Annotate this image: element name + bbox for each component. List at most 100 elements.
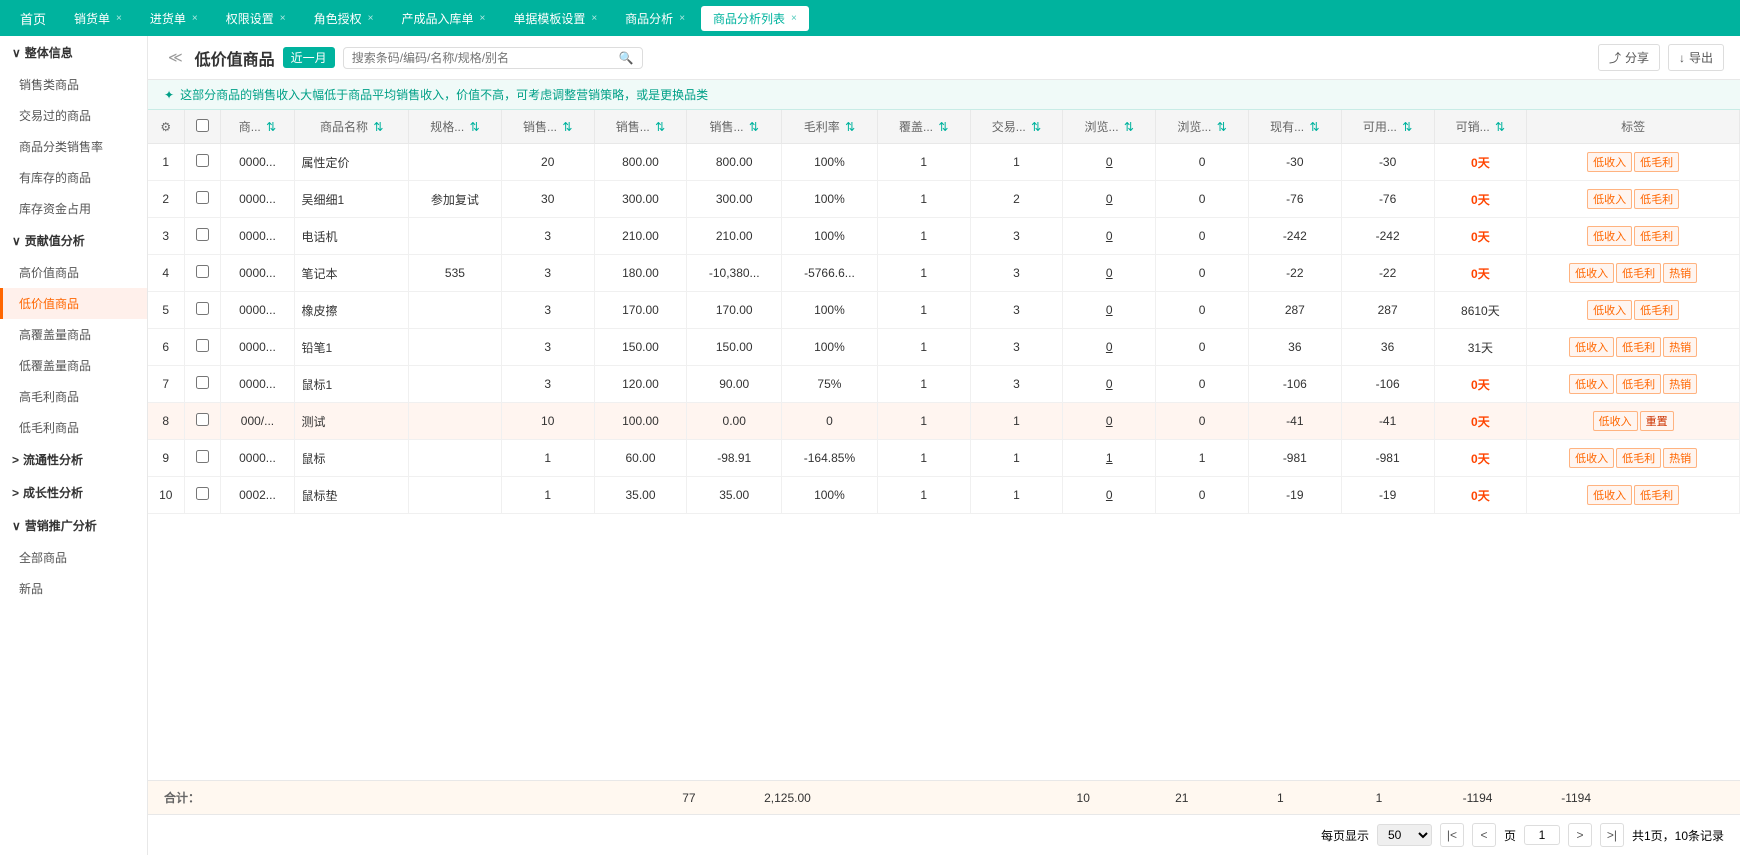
row-checkbox[interactable] — [196, 413, 209, 426]
sidebar-group-overall[interactable]: ∨ 整体信息 — [0, 36, 147, 69]
sidebar-item-traded-products[interactable]: 交易过的商品 — [0, 100, 147, 131]
browse-link[interactable]: 1 — [1106, 451, 1113, 465]
nav-sales-order[interactable]: 销货单 × — [62, 6, 134, 31]
browse-link[interactable]: 0 — [1106, 192, 1113, 206]
col-margin-rate[interactable]: 毛利率 ⇅ — [782, 110, 878, 144]
cell-checkbox[interactable] — [184, 181, 220, 218]
prev-page-btn[interactable]: < — [1472, 823, 1496, 847]
browse-link[interactable]: 0 — [1106, 229, 1113, 243]
sidebar-item-new-products[interactable]: 新品 — [0, 573, 147, 604]
cell-browse1[interactable]: 0 — [1063, 329, 1156, 366]
cell-checkbox[interactable] — [184, 477, 220, 514]
browse-link[interactable]: 0 — [1106, 266, 1113, 280]
select-all-checkbox[interactable] — [196, 119, 209, 132]
cell-browse1[interactable]: 0 — [1063, 366, 1156, 403]
col-browse2[interactable]: 浏览... ⇅ — [1156, 110, 1249, 144]
sidebar-item-low-value[interactable]: 低价值商品 — [0, 288, 147, 319]
cell-checkbox[interactable] — [184, 255, 220, 292]
browse-link[interactable]: 0 — [1106, 414, 1113, 428]
sidebar-collapse-btn[interactable]: ≪ — [164, 45, 187, 70]
sidebar-item-all-products[interactable]: 全部商品 — [0, 542, 147, 573]
row-checkbox[interactable] — [196, 376, 209, 389]
nav-close-analysis[interactable]: × — [679, 13, 685, 24]
nav-close-roleauth[interactable]: × — [368, 13, 374, 24]
cell-checkbox[interactable] — [184, 403, 220, 440]
col-sales-qty[interactable]: 销售... ⇅ — [501, 110, 594, 144]
sidebar-group-circulation[interactable]: > 流通性分析 — [0, 443, 147, 476]
row-checkbox[interactable] — [196, 191, 209, 204]
cell-checkbox[interactable] — [184, 292, 220, 329]
nav-purchase-order[interactable]: 进货单 × — [138, 6, 210, 31]
sort-icon-coverage[interactable]: ⇅ — [938, 120, 948, 134]
cell-checkbox[interactable] — [184, 329, 220, 366]
cell-checkbox[interactable] — [184, 144, 220, 181]
row-checkbox[interactable] — [196, 450, 209, 463]
nav-close-list[interactable]: × — [791, 13, 797, 24]
cell-browse1[interactable]: 0 — [1063, 181, 1156, 218]
sidebar-group-marketing[interactable]: ∨ 营销推广分析 — [0, 509, 147, 542]
cell-browse1[interactable]: 0 — [1063, 218, 1156, 255]
sidebar-item-category-sales-rate[interactable]: 商品分类销售率 — [0, 131, 147, 162]
nav-home[interactable]: 首页 — [8, 5, 58, 32]
cell-checkbox[interactable] — [184, 440, 220, 477]
sort-icon-browse2[interactable]: ⇅ — [1217, 120, 1227, 134]
table-wrapper[interactable]: ⚙ 商... ⇅ 商品名称 ⇅ 规格... ⇅ 销售... ⇅ 销售... ⇅ … — [148, 110, 1740, 780]
sidebar-item-low-margin[interactable]: 低毛利商品 — [0, 412, 147, 443]
browse-link[interactable]: 0 — [1106, 488, 1113, 502]
last-page-btn[interactable]: >| — [1600, 823, 1624, 847]
cell-browse1[interactable]: 0 — [1063, 292, 1156, 329]
sort-icon-price1[interactable]: ⇅ — [655, 120, 665, 134]
export-button[interactable]: ↓ 导出 — [1668, 44, 1724, 71]
sidebar-item-high-coverage[interactable]: 高覆盖量商品 — [0, 319, 147, 350]
cell-browse1[interactable]: 0 — [1063, 477, 1156, 514]
sidebar-group-growth[interactable]: > 成长性分析 — [0, 476, 147, 509]
nav-product-inbound[interactable]: 产成品入库单 × — [389, 6, 497, 31]
nav-role-auth[interactable]: 角色授权 × — [302, 6, 386, 31]
nav-close-purchase[interactable]: × — [192, 13, 198, 24]
cell-browse1[interactable]: 1 — [1063, 440, 1156, 477]
sidebar-item-in-stock[interactable]: 有库存的商品 — [0, 162, 147, 193]
browse-link[interactable]: 0 — [1106, 303, 1113, 317]
nav-close-permission[interactable]: × — [280, 13, 286, 24]
nav-template-setting[interactable]: 单据模板设置 × — [501, 6, 609, 31]
col-avail[interactable]: 可用... ⇅ — [1341, 110, 1434, 144]
col-coverage[interactable]: 覆盖... ⇅ — [877, 110, 970, 144]
col-sales-price2[interactable]: 销售... ⇅ — [687, 110, 782, 144]
sidebar-item-low-coverage[interactable]: 低覆盖量商品 — [0, 350, 147, 381]
row-checkbox[interactable] — [196, 339, 209, 352]
nav-product-analysis[interactable]: 商品分析 × — [613, 6, 697, 31]
browse-link[interactable]: 0 — [1106, 155, 1113, 169]
row-checkbox[interactable] — [196, 154, 209, 167]
cell-browse1[interactable]: 0 — [1063, 255, 1156, 292]
cell-browse1[interactable]: 0 — [1063, 403, 1156, 440]
sort-icon-browse1[interactable]: ⇅ — [1124, 120, 1134, 134]
col-browse1[interactable]: 浏览... ⇅ — [1063, 110, 1156, 144]
share-button[interactable]: ⤴ 分享 — [1598, 44, 1660, 71]
col-code[interactable]: 商... ⇅ — [220, 110, 295, 144]
col-settings[interactable]: ⚙ — [148, 110, 184, 144]
cell-checkbox[interactable] — [184, 218, 220, 255]
browse-link[interactable]: 0 — [1106, 340, 1113, 354]
sort-icon-spec[interactable]: ⇅ — [470, 120, 480, 134]
row-checkbox[interactable] — [196, 228, 209, 241]
col-sales-price1[interactable]: 销售... ⇅ — [594, 110, 687, 144]
next-page-btn[interactable]: > — [1568, 823, 1592, 847]
sidebar-item-high-value[interactable]: 高价值商品 — [0, 257, 147, 288]
col-spec[interactable]: 规格... ⇅ — [409, 110, 502, 144]
search-input[interactable] — [352, 51, 619, 65]
browse-link[interactable]: 0 — [1106, 377, 1113, 391]
sort-icon-salable[interactable]: ⇅ — [1495, 120, 1505, 134]
sort-icon-name[interactable]: ⇅ — [373, 120, 383, 134]
filter-tag-btn[interactable]: 近一月 — [283, 47, 335, 68]
current-page-input[interactable] — [1524, 825, 1560, 845]
nav-permission[interactable]: 权限设置 × — [214, 6, 298, 31]
search-icon[interactable]: 🔍 — [619, 51, 634, 65]
col-tx[interactable]: 交易... ⇅ — [970, 110, 1063, 144]
nav-close-inbound[interactable]: × — [479, 13, 485, 24]
sidebar-group-contribution[interactable]: ∨ 贡献值分析 — [0, 224, 147, 257]
per-page-select[interactable]: 50 100 200 — [1377, 824, 1432, 846]
first-page-btn[interactable]: |< — [1440, 823, 1464, 847]
nav-close-sales[interactable]: × — [116, 13, 122, 24]
col-checkbox[interactable] — [184, 110, 220, 144]
cell-browse1[interactable]: 0 — [1063, 144, 1156, 181]
